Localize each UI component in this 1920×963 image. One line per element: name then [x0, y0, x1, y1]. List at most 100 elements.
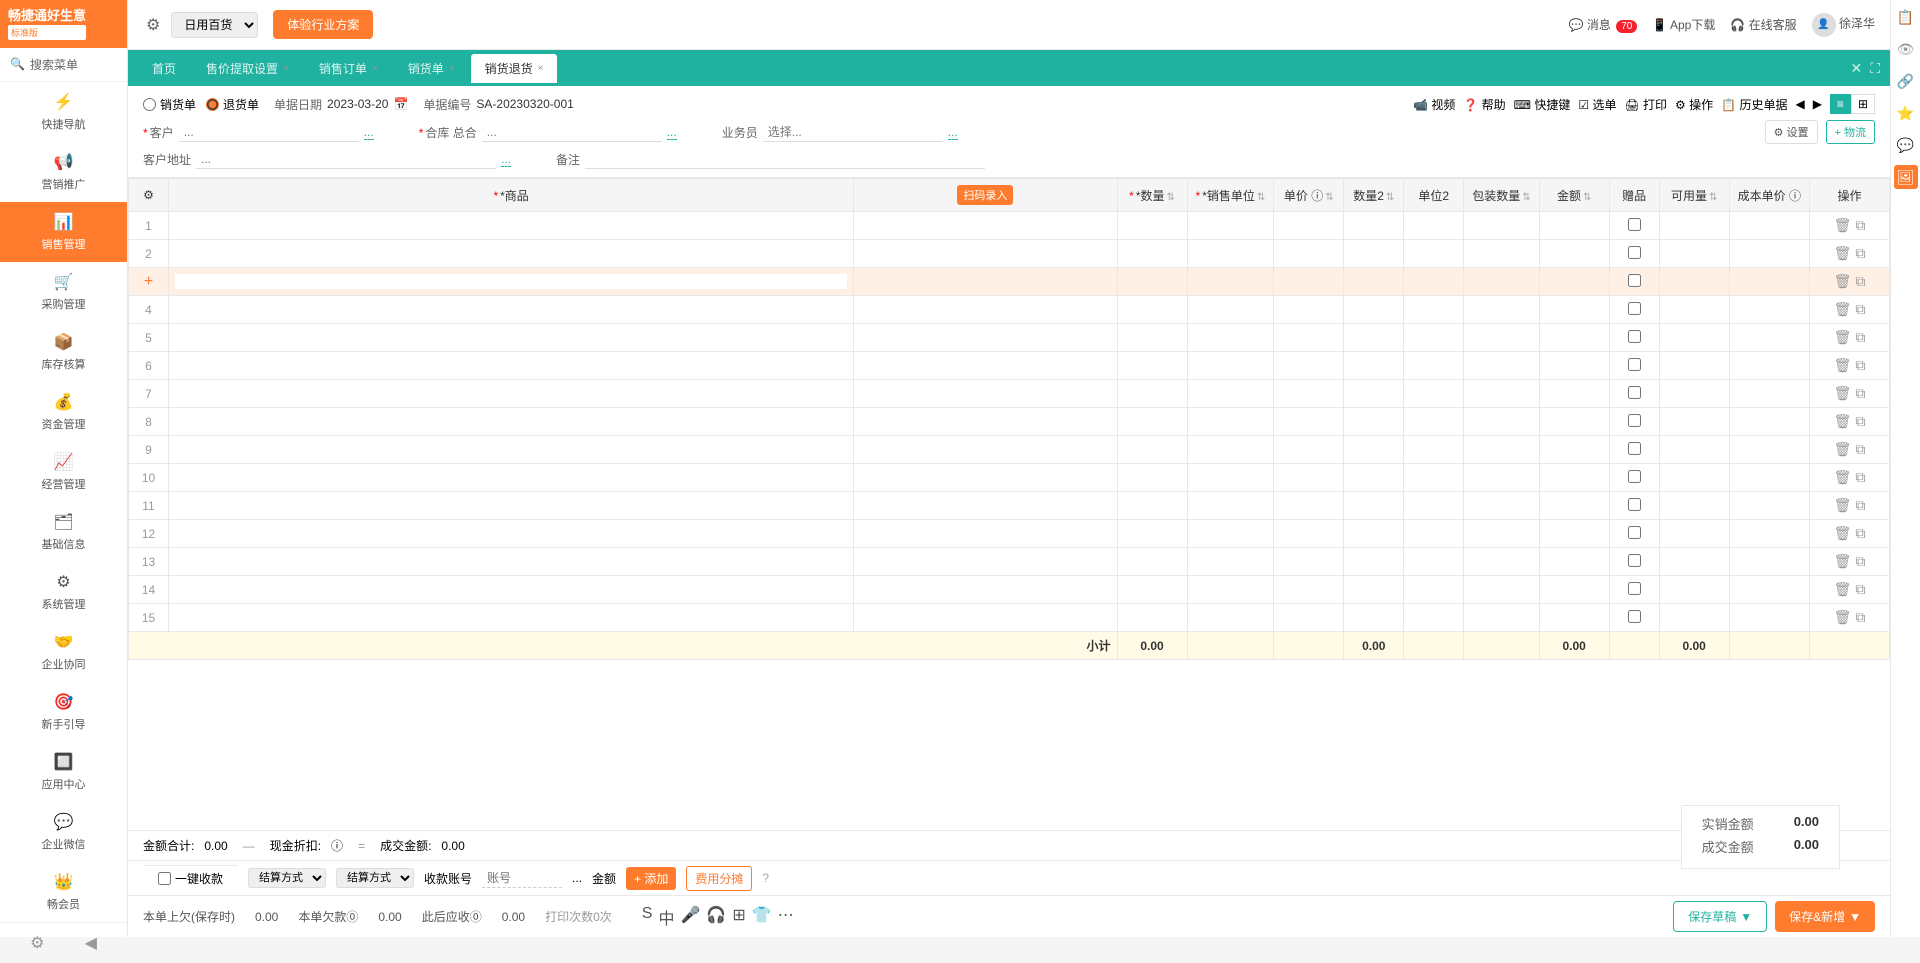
copy-btn-6[interactable]: ⧉ — [1855, 357, 1865, 374]
th-amount[interactable]: 金额 — [1539, 179, 1609, 212]
copy-btn-4[interactable]: ⧉ — [1855, 301, 1865, 318]
gift-cell-7[interactable] — [1609, 380, 1659, 408]
rp-link[interactable]: 🔗 — [1894, 69, 1918, 93]
delete-btn-4[interactable]: 🗑 — [1834, 301, 1852, 318]
gift-checkbox-15[interactable] — [1628, 610, 1641, 623]
sidebar-item-marketing[interactable]: 📢 营销推广 — [0, 142, 127, 202]
view-btn-card[interactable]: ⊞ — [1851, 94, 1875, 114]
s-icon[interactable]: S — [642, 905, 653, 929]
rp-eye[interactable]: 👁 — [1894, 37, 1918, 61]
add-button[interactable]: + 添加 — [626, 867, 676, 890]
product-cell-15[interactable] — [169, 604, 854, 632]
setting-button[interactable]: ⚙ 设置 — [1765, 120, 1818, 144]
toolbar-operate[interactable]: ⚙ 操作 — [1675, 96, 1713, 113]
gift-cell-12[interactable] — [1609, 520, 1659, 548]
gift-checkbox-6[interactable] — [1628, 358, 1641, 371]
th-avail[interactable]: 可用量 — [1659, 179, 1729, 212]
gift-cell-2[interactable] — [1609, 240, 1659, 268]
radio-return[interactable]: 退货单 — [206, 96, 259, 113]
tab-sales-return[interactable]: 销货退货 × — [471, 54, 558, 83]
calc-method-select[interactable]: 结算方式 — [336, 868, 414, 888]
price-cell-11[interactable] — [1274, 492, 1344, 520]
qty-cell-9[interactable] — [1117, 436, 1187, 464]
gear-icon[interactable]: ⚙ — [143, 12, 163, 38]
gift-cell-10[interactable] — [1609, 464, 1659, 492]
copy-btn-3[interactable]: ⧉ — [1855, 273, 1865, 290]
sidebar-item-shortcuts[interactable]: ⚡ 快捷导航 — [0, 82, 127, 142]
rp-clipboard[interactable]: 📋 — [1894, 5, 1918, 29]
radio-return-input[interactable] — [206, 98, 219, 111]
product-cell-13[interactable] — [169, 548, 854, 576]
qty2-cell-5[interactable] — [1344, 324, 1404, 352]
toolbar-video[interactable]: 📹 视频 — [1413, 96, 1455, 113]
delete-btn-15[interactable]: 🗑 — [1834, 609, 1852, 626]
copy-btn-10[interactable]: ⧉ — [1855, 469, 1865, 486]
toolbar-select[interactable]: ☑ 选单 — [1578, 96, 1616, 113]
unit-cell-1[interactable] — [1187, 212, 1274, 240]
product-cell-6[interactable] — [169, 352, 854, 380]
view-btn-table[interactable]: ≡ — [1830, 94, 1851, 114]
headset2-icon[interactable]: 🎧 — [706, 905, 726, 929]
th-qty[interactable]: *数量 — [1117, 179, 1187, 212]
save-new-button[interactable]: 保存&新增 ▼ — [1775, 901, 1875, 932]
copy-btn-7[interactable]: ⧉ — [1855, 385, 1865, 402]
price-cell-1[interactable] — [1274, 212, 1344, 240]
unit-cell-7[interactable] — [1187, 380, 1274, 408]
unit-cell-13[interactable] — [1187, 548, 1274, 576]
delete-btn-2[interactable]: 🗑 — [1834, 245, 1852, 262]
gift-checkbox-2[interactable] — [1628, 246, 1641, 259]
th-unit[interactable]: *销售单位 — [1187, 179, 1274, 212]
gift-cell-1[interactable] — [1609, 212, 1659, 240]
gift-cell-5[interactable] — [1609, 324, 1659, 352]
th-scan[interactable]: 扫码录入 — [854, 179, 1117, 212]
settle-method-select[interactable]: 结算方式 — [248, 868, 326, 888]
remark-input[interactable] — [585, 150, 985, 169]
delete-btn-5[interactable]: 🗑 — [1834, 329, 1852, 346]
unit-cell-2[interactable] — [1187, 240, 1274, 268]
product-cell-3[interactable] — [169, 268, 854, 296]
qty2-cell-4[interactable] — [1344, 296, 1404, 324]
rp-image[interactable]: 🖼 — [1894, 165, 1918, 189]
unit-cell-4[interactable] — [1187, 296, 1274, 324]
qty2-cell-11[interactable] — [1344, 492, 1404, 520]
user-section[interactable]: 👤 徐泽华 — [1812, 13, 1875, 37]
radio-sales-input[interactable] — [143, 98, 156, 111]
sidebar-search[interactable]: 🔍 搜索菜单 — [0, 48, 127, 82]
qty-cell-4[interactable] — [1117, 296, 1187, 324]
product-cell-2[interactable] — [169, 240, 854, 268]
gift-checkbox-8[interactable] — [1628, 414, 1641, 427]
qty2-cell-13[interactable] — [1344, 548, 1404, 576]
gift-cell-11[interactable] — [1609, 492, 1659, 520]
delete-btn-13[interactable]: 🗑 — [1834, 553, 1852, 570]
tab-close-sales[interactable]: × — [449, 63, 455, 74]
price-cell-15[interactable] — [1274, 604, 1344, 632]
qty2-cell-10[interactable] — [1344, 464, 1404, 492]
qty-cell-8[interactable] — [1117, 408, 1187, 436]
nav-dropdown[interactable]: 日用百货 — [171, 12, 258, 38]
qty2-cell-6[interactable] — [1344, 352, 1404, 380]
online-service-link[interactable]: 🎧 在线客服 — [1730, 16, 1796, 33]
th-gear[interactable]: ⚙ — [129, 179, 169, 212]
qty-cell-10[interactable] — [1117, 464, 1187, 492]
unit-cell-14[interactable] — [1187, 576, 1274, 604]
gift-checkbox-11[interactable] — [1628, 498, 1641, 511]
product-cell-5[interactable] — [169, 324, 854, 352]
sidebar-item-sales[interactable]: 📊 销售管理 — [0, 202, 127, 262]
product-cell-9[interactable] — [169, 436, 854, 464]
delete-btn-9[interactable]: 🗑 — [1834, 441, 1852, 458]
copy-btn-15[interactable]: ⧉ — [1855, 609, 1865, 626]
price-cell-3[interactable] — [1274, 268, 1344, 296]
copy-btn-14[interactable]: ⧉ — [1855, 581, 1865, 598]
price-cell-6[interactable] — [1274, 352, 1344, 380]
app-download-link[interactable]: 📱 App下载 — [1652, 16, 1715, 33]
delete-btn-14[interactable]: 🗑 — [1834, 581, 1852, 598]
price-cell-7[interactable] — [1274, 380, 1344, 408]
delete-btn-8[interactable]: 🗑 — [1834, 413, 1852, 430]
sidebar-item-guide[interactable]: 🎯 新手引导 — [0, 682, 127, 742]
address-link[interactable]: ... — [501, 152, 511, 167]
tab-home[interactable]: 首页 — [138, 54, 190, 83]
qty-cell-13[interactable] — [1117, 548, 1187, 576]
price-cell-4[interactable] — [1274, 296, 1344, 324]
gift-cell-4[interactable] — [1609, 296, 1659, 324]
gift-cell-15[interactable] — [1609, 604, 1659, 632]
